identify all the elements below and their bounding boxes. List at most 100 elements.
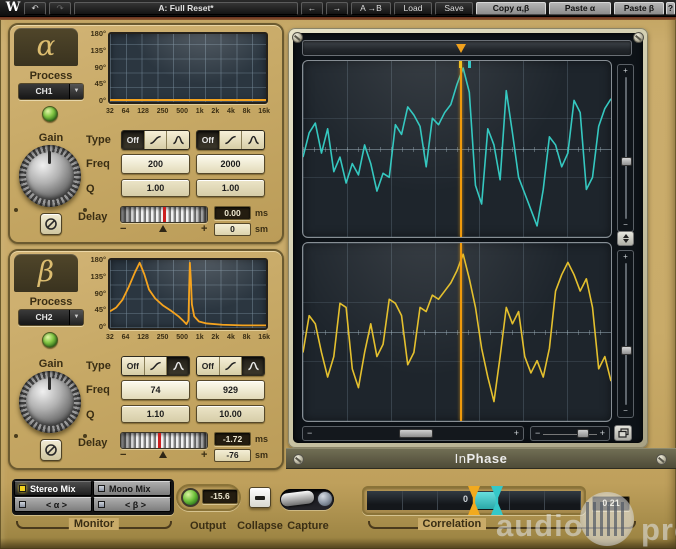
- plus-label[interactable]: +: [514, 428, 519, 439]
- waveform-top-curve: [303, 61, 611, 237]
- cascade-windows-icon: [618, 428, 629, 438]
- undo-button[interactable]: ↶: [24, 2, 46, 15]
- tick-label: 32: [106, 334, 114, 341]
- alpha-q2-field[interactable]: 1.00: [196, 179, 265, 197]
- beta-delay-samples-field[interactable]: -76: [214, 449, 251, 462]
- undo-icon: ↶: [31, 3, 38, 13]
- tick-label: 2k: [211, 108, 219, 115]
- waveform-pane-bottom[interactable]: [302, 242, 612, 422]
- alpha-q1-field[interactable]: 1.00: [121, 179, 190, 197]
- pane-link-button[interactable]: [614, 425, 632, 441]
- filter-bell-button[interactable]: [167, 357, 189, 375]
- freq-label: Freq: [86, 158, 110, 170]
- stereo-mix-button[interactable]: Stereo Mix: [14, 481, 92, 496]
- prev-preset-button[interactable]: ←: [301, 2, 323, 15]
- save-button[interactable]: Save: [435, 2, 473, 15]
- top-zoom-vertical-slider[interactable]: + −: [617, 64, 634, 232]
- time-zoom-slider[interactable]: − +: [530, 426, 610, 441]
- tick-label: 1k: [196, 108, 204, 115]
- beta-delay-ms-display[interactable]: -1.72: [214, 432, 251, 446]
- bottom-zoom-vertical-slider[interactable]: + −: [617, 250, 634, 418]
- alpha-freq1-field[interactable]: 200: [121, 154, 190, 174]
- delay-minus-label: −: [120, 224, 126, 234]
- beta-active-led: [42, 332, 58, 348]
- filter-off-button[interactable]: Off: [122, 357, 145, 375]
- horizontal-scrollbar[interactable]: − +: [302, 426, 524, 441]
- meter-segment: [403, 491, 439, 510]
- time-cursor[interactable]: [460, 243, 462, 421]
- plus-label[interactable]: +: [618, 66, 633, 76]
- filter-shelf-button[interactable]: [220, 357, 243, 375]
- filter-shelf-button[interactable]: [145, 357, 168, 375]
- slider-handle[interactable]: [577, 429, 589, 438]
- copy-ab-button[interactable]: Copy α,β: [476, 2, 546, 15]
- scrollbar-handle[interactable]: [399, 429, 433, 438]
- paste-alpha-button[interactable]: Paste α: [549, 2, 611, 15]
- a-to-b-button[interactable]: A →B: [351, 2, 391, 15]
- delay-label: Delay: [78, 437, 107, 449]
- filter-off-button[interactable]: Off: [197, 131, 220, 149]
- beta-phase-invert-button[interactable]: [40, 439, 62, 461]
- minus-label[interactable]: −: [618, 406, 633, 416]
- slider-handle[interactable]: [621, 346, 632, 355]
- output-value-display[interactable]: -15.6: [202, 489, 238, 504]
- beta-freq1-field[interactable]: 74: [121, 380, 190, 400]
- filter-shelf-button[interactable]: [145, 131, 168, 149]
- filter-shelf-button[interactable]: [220, 131, 243, 149]
- filter-bell-button[interactable]: [167, 131, 189, 149]
- plus-label[interactable]: +: [618, 252, 633, 262]
- minus-label[interactable]: −: [307, 428, 312, 439]
- plus-label[interactable]: +: [600, 428, 605, 439]
- output-led-button[interactable]: [181, 488, 200, 507]
- beta-delay-wheel[interactable]: [120, 432, 208, 449]
- beta-gain-knob[interactable]: [19, 371, 81, 433]
- alpha-delay-ms-display[interactable]: 0.00: [214, 206, 251, 220]
- minus-label[interactable]: −: [618, 220, 633, 230]
- sm-unit-label: sm: [255, 450, 268, 460]
- beta-freq2-field[interactable]: 929: [196, 380, 265, 400]
- tick-label: 45°: [95, 305, 106, 314]
- alpha-channel-select[interactable]: CH1 ▼: [18, 83, 84, 100]
- alpha-gain-knob[interactable]: [19, 145, 81, 207]
- collapse-button[interactable]: [249, 487, 271, 508]
- beta-channel-select[interactable]: CH2 ▼: [18, 309, 84, 326]
- monitor-beta-button[interactable]: < β >: [93, 497, 171, 512]
- alpha-phase-invert-button[interactable]: [40, 213, 62, 235]
- paste-beta-button[interactable]: Paste β: [614, 2, 664, 15]
- beta-q2-field[interactable]: 10.00: [196, 405, 265, 423]
- redo-button[interactable]: ↷: [49, 2, 71, 15]
- waveform-pane-top[interactable]: [302, 60, 612, 238]
- overview-strip[interactable]: [302, 40, 632, 56]
- tick-label: 64: [122, 334, 130, 341]
- pane-split-spinner[interactable]: [617, 231, 634, 246]
- filter-bell-button[interactable]: [242, 131, 264, 149]
- filter-bell-button[interactable]: [242, 357, 264, 375]
- load-button[interactable]: Load: [394, 2, 432, 15]
- slider-handle[interactable]: [621, 157, 632, 166]
- alpha-delay-samples-field[interactable]: 0: [214, 223, 251, 236]
- tick-label: 135°: [90, 272, 106, 281]
- alpha-freq2-field[interactable]: 2000: [196, 154, 265, 174]
- next-preset-button[interactable]: →: [326, 2, 348, 15]
- overview-marker-icon[interactable]: [456, 44, 466, 53]
- alpha-delay-wheel[interactable]: [120, 206, 208, 223]
- right-arrow-icon: →: [333, 3, 342, 13]
- beta-q1-field[interactable]: 1.10: [121, 405, 190, 423]
- minus-label[interactable]: −: [535, 428, 540, 439]
- preset-field[interactable]: A: Full Reset*: [74, 2, 298, 15]
- monitor-beta-label: < β >: [109, 500, 170, 510]
- type-label: Type: [86, 360, 111, 372]
- led-square-off: [98, 485, 105, 492]
- mono-mix-button[interactable]: Mono Mix: [93, 481, 171, 496]
- channel-value: CH1: [19, 84, 69, 99]
- tick-label: 90°: [95, 289, 106, 298]
- toolbar: W ↶ ↷ A: Full Reset* ← → A →B Load Save …: [0, 0, 676, 17]
- filter-off-button[interactable]: Off: [122, 131, 145, 149]
- monitor-alpha-button[interactable]: < α >: [14, 497, 92, 512]
- help-button[interactable]: ?: [666, 2, 675, 15]
- monitor-group: Stereo Mix Mono Mix < α > < β >: [12, 479, 174, 515]
- beta-phase-curve: [110, 260, 266, 328]
- filter-off-button[interactable]: Off: [197, 357, 220, 375]
- time-cursor[interactable]: [460, 61, 462, 237]
- freq-label: Freq: [86, 384, 110, 396]
